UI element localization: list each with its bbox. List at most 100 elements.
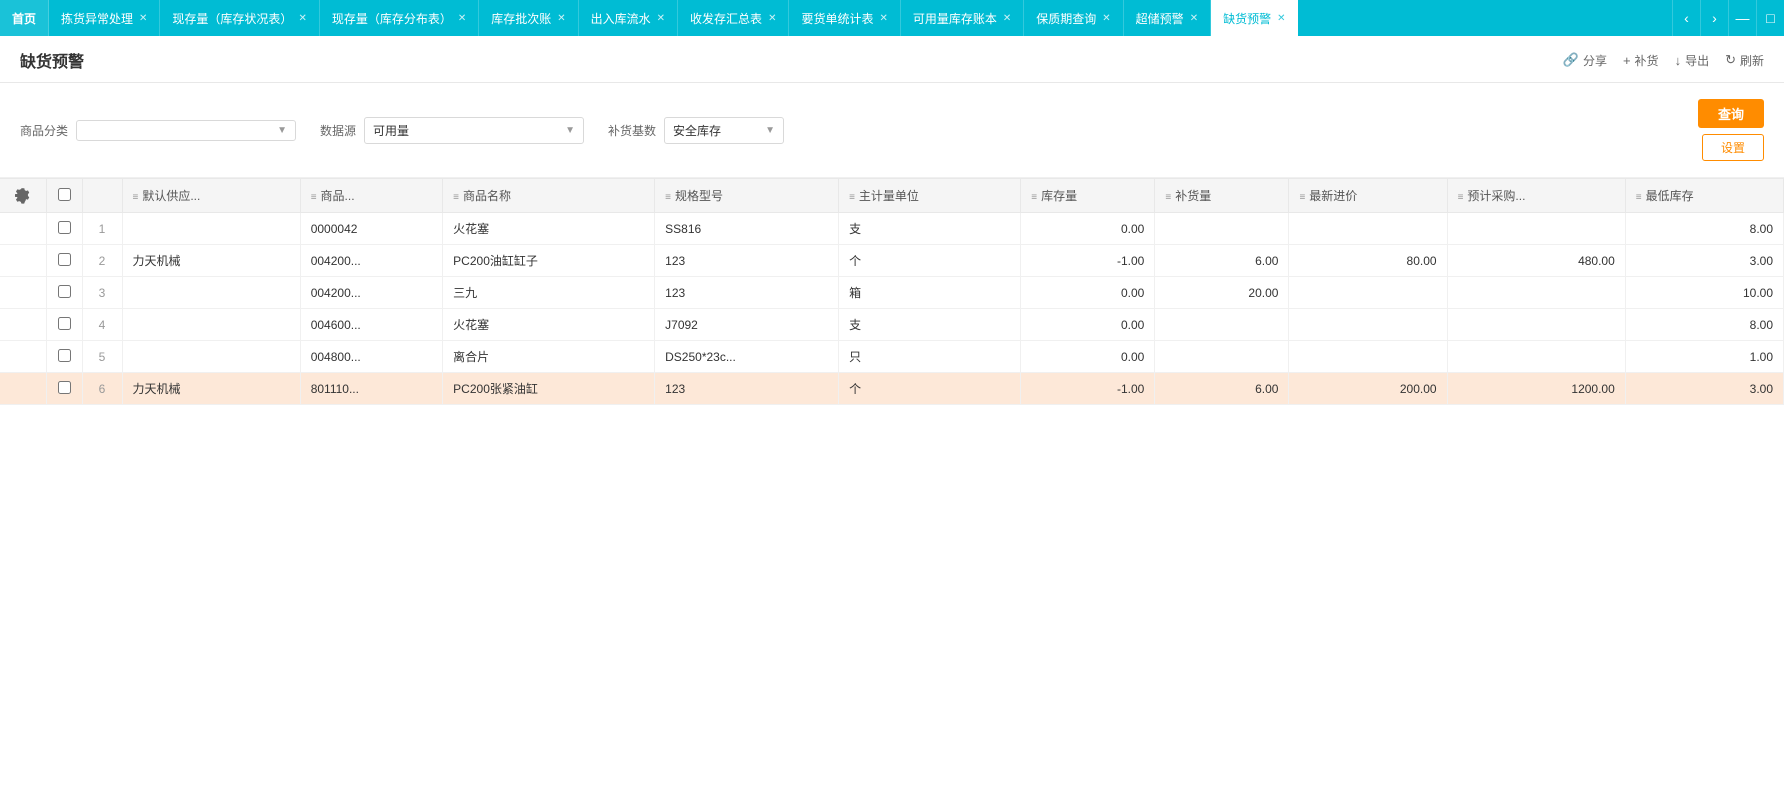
row-min-stock: 3.00 (1625, 373, 1783, 405)
row-estimated-purchase: 1200.00 (1447, 373, 1625, 405)
nav-tab-receive-summary[interactable]: 收发存汇总表✕ (678, 0, 789, 36)
tab-close-icon[interactable]: ✕ (139, 13, 147, 24)
replenish-select[interactable]: 安全库存 ▼ (664, 117, 784, 144)
row-replenish-qty (1155, 341, 1289, 373)
row-min-stock: 3.00 (1625, 245, 1783, 277)
refresh-button[interactable]: ↻ 刷新 (1725, 52, 1764, 69)
datasource-select[interactable]: 可用量 ▼ (364, 117, 584, 144)
row-seq: 3 (82, 277, 122, 309)
row-gear-cell (0, 213, 46, 245)
row-gear-cell (0, 341, 46, 373)
nav-tab-inventory-status[interactable]: 现存量（库存状况表）✕ (160, 0, 319, 36)
nav-tab-batch-account[interactable]: 库存批次账✕ (479, 0, 578, 36)
tab-close-icon[interactable]: ✕ (1003, 13, 1011, 24)
tab-close-icon[interactable]: ✕ (1277, 13, 1285, 24)
th-latest-price: ≡最新进价 (1289, 179, 1447, 213)
row-checkbox-cell (46, 213, 82, 245)
row-gear-cell (0, 373, 46, 405)
row-seq: 5 (82, 341, 122, 373)
replenish-button[interactable]: + 补货 (1623, 52, 1659, 69)
row-product-name: 三九 (443, 277, 655, 309)
nav-minimize-button[interactable]: — (1728, 0, 1756, 36)
tab-close-icon[interactable]: ✕ (458, 13, 466, 24)
row-product-name: 火花塞 (443, 213, 655, 245)
table-row: 4 004600... 火花塞 J7092 支 0.00 8.00 (0, 309, 1784, 341)
nav-tab-expiry-query[interactable]: 保质期查询✕ (1024, 0, 1123, 36)
top-navigation: 首页拣货异常处理✕现存量（库存状况表）✕现存量（库存分布表）✕库存批次账✕出入库… (0, 0, 1784, 36)
row-checkbox-cell (46, 245, 82, 277)
row-product-code: 004200... (300, 277, 442, 309)
export-icon: ↓ (1675, 53, 1682, 68)
category-label: 商品分类 (20, 122, 68, 139)
th-seq (82, 179, 122, 213)
gear-icon[interactable] (15, 188, 31, 204)
row-min-stock: 10.00 (1625, 277, 1783, 309)
tab-close-icon[interactable]: ✕ (1102, 13, 1110, 24)
th-unit: ≡主计量单位 (839, 179, 1021, 213)
tab-close-icon[interactable]: ✕ (557, 13, 565, 24)
row-checkbox[interactable] (58, 285, 71, 298)
table-header-row: ≡默认供应... ≡商品... ≡商品名称 ≡规格型号 ≡主计量单位 ≡库存量 … (0, 179, 1784, 213)
query-button[interactable]: 查询 (1698, 99, 1764, 128)
replenish-icon: + (1623, 53, 1631, 68)
nav-tab-overstock-warning[interactable]: 超储预警✕ (1124, 0, 1211, 36)
row-stock-qty: 0.00 (1021, 309, 1155, 341)
tab-close-icon[interactable]: ✕ (768, 13, 776, 24)
nav-next-button[interactable]: › (1700, 0, 1728, 36)
row-latest-price (1289, 213, 1447, 245)
row-replenish-qty: 6.00 (1155, 373, 1289, 405)
row-product-name: 离合片 (443, 341, 655, 373)
th-select-all (46, 179, 82, 213)
nav-tab-available-ledger[interactable]: 可用量库存账本✕ (901, 0, 1024, 36)
row-estimated-purchase (1447, 341, 1625, 373)
th-default-supplier: ≡默认供应... (122, 179, 300, 213)
row-default-supplier (122, 309, 300, 341)
row-gear-cell (0, 245, 46, 277)
nav-tab-requisition-stat[interactable]: 要货单统计表✕ (789, 0, 900, 36)
export-button[interactable]: ↓ 导出 (1675, 52, 1710, 69)
select-all-checkbox[interactable] (58, 188, 71, 201)
row-seq: 4 (82, 309, 122, 341)
main-content: 缺货预警 🔗 分享 + 补货 ↓ 导出 ↻ 刷新 商品分类 (0, 36, 1784, 796)
nav-maximize-button[interactable]: □ (1756, 0, 1784, 36)
refresh-icon: ↻ (1725, 52, 1736, 68)
row-replenish-qty (1155, 213, 1289, 245)
nav-prev-button[interactable]: ‹ (1672, 0, 1700, 36)
row-latest-price (1289, 309, 1447, 341)
share-button[interactable]: 🔗 分享 (1563, 52, 1607, 69)
tab-close-icon[interactable]: ✕ (657, 13, 665, 24)
category-select[interactable]: ▼ (76, 120, 296, 141)
row-checkbox[interactable] (58, 349, 71, 362)
th-replenish-qty: ≡补货量 (1155, 179, 1289, 213)
tab-close-icon[interactable]: ✕ (1190, 13, 1198, 24)
row-checkbox[interactable] (58, 221, 71, 234)
replenish-label: 补货基数 (608, 122, 656, 139)
row-unit: 支 (839, 213, 1021, 245)
row-gear-cell (0, 277, 46, 309)
row-default-supplier (122, 213, 300, 245)
row-latest-price: 80.00 (1289, 245, 1447, 277)
nav-tab-exception[interactable]: 拣货异常处理✕ (49, 0, 160, 36)
row-seq: 1 (82, 213, 122, 245)
nav-tab-inout-flow[interactable]: 出入库流水✕ (579, 0, 678, 36)
row-product-name: PC200张紧油缸 (443, 373, 655, 405)
th-min-stock: ≡最低库存 (1625, 179, 1783, 213)
row-checkbox[interactable] (58, 381, 71, 394)
th-stock-qty: ≡库存量 (1021, 179, 1155, 213)
row-checkbox[interactable] (58, 317, 71, 330)
row-latest-price: 200.00 (1289, 373, 1447, 405)
row-replenish-qty (1155, 309, 1289, 341)
row-latest-price (1289, 277, 1447, 309)
row-checkbox[interactable] (58, 253, 71, 266)
row-unit: 个 (839, 373, 1021, 405)
table-row: 5 004800... 离合片 DS250*23c... 只 0.00 1.00 (0, 341, 1784, 373)
table-row: 1 0000042 火花塞 SS816 支 0.00 8.00 (0, 213, 1784, 245)
tab-close-icon[interactable]: ✕ (879, 13, 887, 24)
settings-button[interactable]: 设置 (1702, 134, 1764, 161)
row-checkbox-cell (46, 341, 82, 373)
nav-tab-home[interactable]: 首页 (0, 0, 49, 36)
nav-tab-inventory-dist[interactable]: 现存量（库存分布表）✕ (320, 0, 479, 36)
nav-tab-shortage-warning[interactable]: 缺货预警✕ (1211, 0, 1298, 36)
row-estimated-purchase: 480.00 (1447, 245, 1625, 277)
tab-close-icon[interactable]: ✕ (298, 13, 306, 24)
